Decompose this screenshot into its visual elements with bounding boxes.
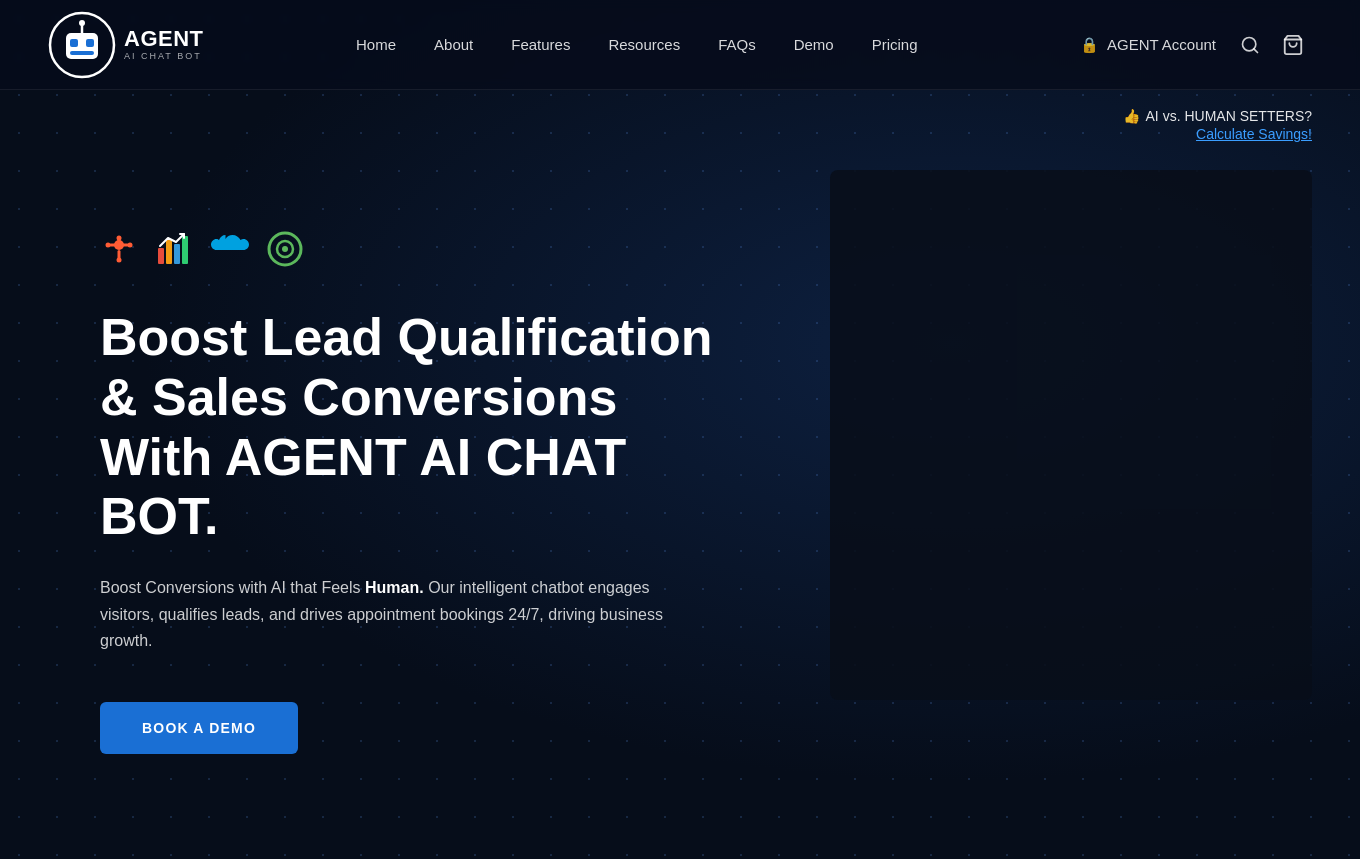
ringcentral-icon [266,230,304,268]
svg-rect-3 [86,39,94,47]
logo-icon [48,11,116,79]
book-demo-button[interactable]: BOOK A DEMO [100,702,298,754]
svg-point-19 [106,243,111,248]
lock-icon: 🔒 [1080,36,1099,54]
nav-pricing[interactable]: Pricing [858,30,932,59]
hero-video-panel [830,170,1312,700]
svg-rect-23 [182,236,188,264]
svg-point-13 [117,258,122,263]
salesforce-icon [208,233,250,265]
nav-about[interactable]: About [420,30,487,59]
search-icon [1240,35,1260,55]
navbar: AGENT AI CHAT BOT Home About Features Re… [0,0,1360,90]
nav-right: 🔒 AGENT Account [1070,26,1312,64]
svg-rect-4 [70,51,94,55]
svg-rect-20 [158,248,164,264]
logo-text: AGENT AI CHAT BOT [124,27,204,61]
svg-line-8 [1254,48,1258,52]
svg-point-6 [79,20,85,26]
cart-button[interactable] [1274,26,1312,64]
svg-point-17 [128,243,133,248]
hubspot-icon [100,230,138,268]
nav-faqs[interactable]: FAQs [704,30,770,59]
cart-icon [1282,34,1304,56]
svg-rect-2 [70,39,78,47]
nav-features[interactable]: Features [497,30,584,59]
svg-rect-22 [174,244,180,264]
hero-heading: Boost Lead Qualification & Sales Convers… [100,308,740,547]
barchart-icon [154,230,192,268]
svg-rect-21 [166,240,172,264]
svg-point-15 [117,236,122,241]
hero-subtext: Boost Conversions with AI that Feels Hum… [100,575,670,654]
page: AGENT AI CHAT BOT Home About Features Re… [0,0,1360,859]
integration-icons [100,230,800,268]
nav-home[interactable]: Home [342,30,410,59]
account-link[interactable]: 🔒 AGENT Account [1070,30,1226,60]
svg-point-26 [282,246,288,252]
nav-resources[interactable]: Resources [594,30,694,59]
hero-section: Boost Lead Qualification & Sales Convers… [0,90,1360,859]
nav-links: Home About Features Resources FAQs Demo … [342,36,932,54]
search-button[interactable] [1232,27,1268,63]
hero-left: Boost Lead Qualification & Sales Convers… [100,150,800,754]
logo-link[interactable]: AGENT AI CHAT BOT [48,11,204,79]
nav-demo[interactable]: Demo [780,30,848,59]
